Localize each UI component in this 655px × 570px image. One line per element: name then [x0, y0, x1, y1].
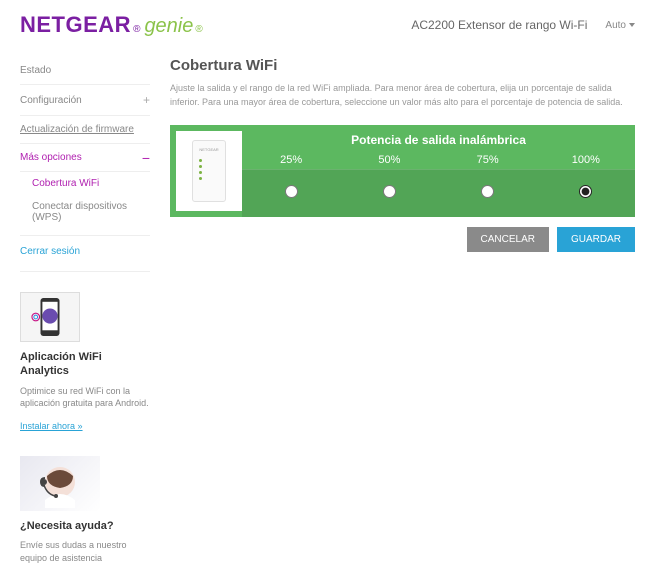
logout-link[interactable]: Cerrar sesión — [20, 236, 150, 272]
promo-analytics-image — [20, 292, 80, 342]
plus-icon: + — [143, 93, 150, 107]
promo-help-title: ¿Necesita ayuda? — [20, 519, 150, 533]
minus-icon: − — [142, 153, 150, 163]
logo-brand: NETGEAR — [20, 12, 131, 38]
power-option-label: 75% — [439, 151, 537, 169]
power-options-radios — [242, 169, 635, 217]
power-option-label: 100% — [537, 151, 635, 169]
promo-analytics-title: Aplicación WiFi Analytics — [20, 350, 150, 379]
content: Cobertura WiFi Ajuste la salida y el ran… — [170, 57, 635, 570]
power-label: Potencia de salida inalámbrica — [242, 125, 635, 151]
power-options-labels: 25% 50% 75% 100% — [242, 151, 635, 169]
power-radio-75[interactable] — [481, 185, 494, 198]
logo: NETGEAR® genie® — [20, 12, 203, 38]
promo-help-desc: Envíe sus dudas a nuestro equipo de asis… — [20, 539, 150, 564]
nav-wps[interactable]: Conectar dispositivos(WPS) — [20, 195, 150, 229]
power-radio-50[interactable] — [383, 185, 396, 198]
sidebar: Estado Configuración+ Actualización de f… — [20, 57, 150, 570]
page-title: Cobertura WiFi — [170, 57, 635, 74]
promo-install-link[interactable]: Instalar ahora » — [20, 421, 83, 431]
power-option-label: 25% — [242, 151, 340, 169]
device-title: AC2200 Extensor de rango Wi-Fi — [411, 18, 587, 32]
nav-status[interactable]: Estado — [20, 57, 150, 85]
action-bar: CANCELAR GUARDAR — [170, 227, 635, 252]
power-radio-25[interactable] — [285, 185, 298, 198]
promo-analytics: Aplicación WiFi Analytics Optimice su re… — [20, 292, 150, 434]
nav-coverage[interactable]: Cobertura WiFi — [20, 172, 150, 195]
cancel-button[interactable]: CANCELAR — [467, 227, 549, 252]
power-option-label: 50% — [340, 151, 438, 169]
language-dropdown[interactable]: Auto — [605, 20, 635, 31]
device-image: NETGEAR — [176, 131, 242, 211]
header: NETGEAR® genie® AC2200 Extensor de rango… — [0, 0, 655, 47]
promo-help: ¿Necesita ayuda? Envíe sus dudas a nuest… — [20, 456, 150, 564]
power-panel: NETGEAR Potencia de salida inalámbrica 2… — [170, 125, 635, 217]
power-radio-100[interactable] — [579, 185, 592, 198]
nav-more-options[interactable]: Más opciones− — [20, 144, 150, 172]
page-description: Ajuste la salida y el rango de la red Wi… — [170, 82, 635, 109]
nav-firmware[interactable]: Actualización de firmware — [20, 116, 150, 144]
nav-config[interactable]: Configuración+ — [20, 85, 150, 116]
save-button[interactable]: GUARDAR — [557, 227, 635, 252]
support-agent-image — [20, 456, 100, 511]
promo-analytics-desc: Optimice su red WiFi con la aplicación g… — [20, 385, 150, 410]
logo-product: genie — [144, 15, 193, 38]
